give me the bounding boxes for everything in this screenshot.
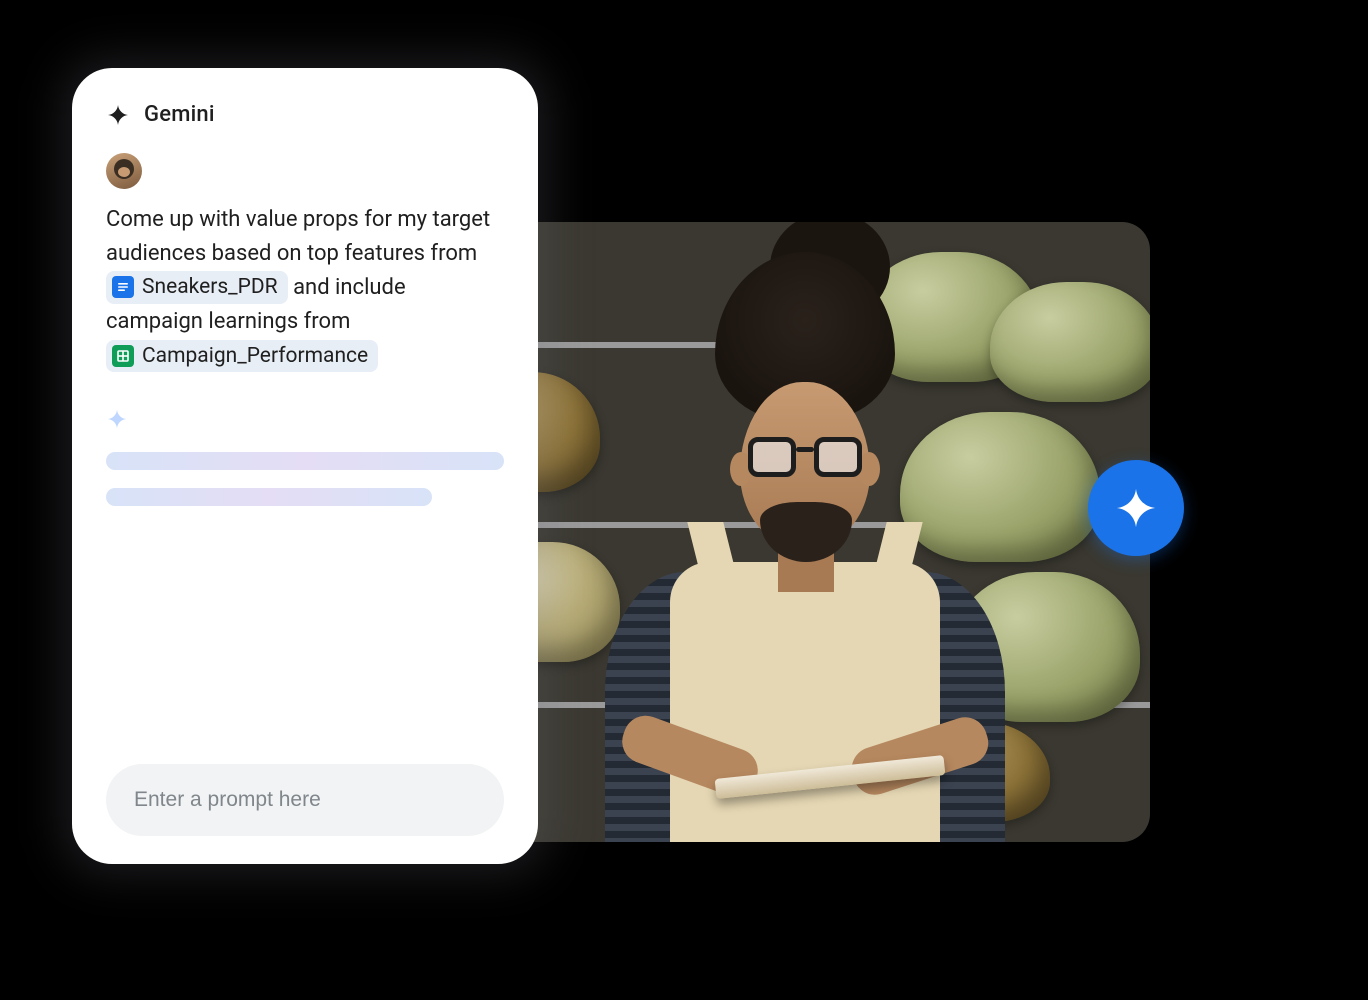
- spark-icon: [106, 103, 130, 127]
- app-title: Gemini: [144, 102, 215, 127]
- loading-bar: [106, 488, 432, 506]
- loading-bar: [106, 452, 504, 470]
- gemini-panel: Gemini Come up with value props for my t…: [72, 68, 538, 864]
- stage: Gemini Come up with value props for my t…: [0, 0, 1368, 1000]
- google-sheets-icon: [112, 345, 134, 367]
- panel-header: Gemini: [106, 102, 504, 127]
- chip-label: Campaign_Performance: [142, 342, 368, 370]
- response-loading: [106, 408, 504, 524]
- user-avatar: [106, 153, 142, 189]
- file-chip-docs[interactable]: Sneakers_PDR: [106, 271, 288, 303]
- prompt-segment: Come up with value props for my target a…: [106, 207, 490, 266]
- chip-label: Sneakers_PDR: [142, 273, 278, 301]
- spark-icon: [106, 408, 128, 430]
- prompt-input[interactable]: [134, 788, 476, 812]
- file-chip-sheets[interactable]: Campaign_Performance: [106, 340, 378, 372]
- google-docs-icon: [112, 276, 134, 298]
- prompt-input-container[interactable]: [106, 764, 504, 836]
- user-prompt: Come up with value props for my target a…: [106, 203, 504, 374]
- spark-icon: [1113, 485, 1159, 531]
- gemini-badge: [1088, 460, 1184, 556]
